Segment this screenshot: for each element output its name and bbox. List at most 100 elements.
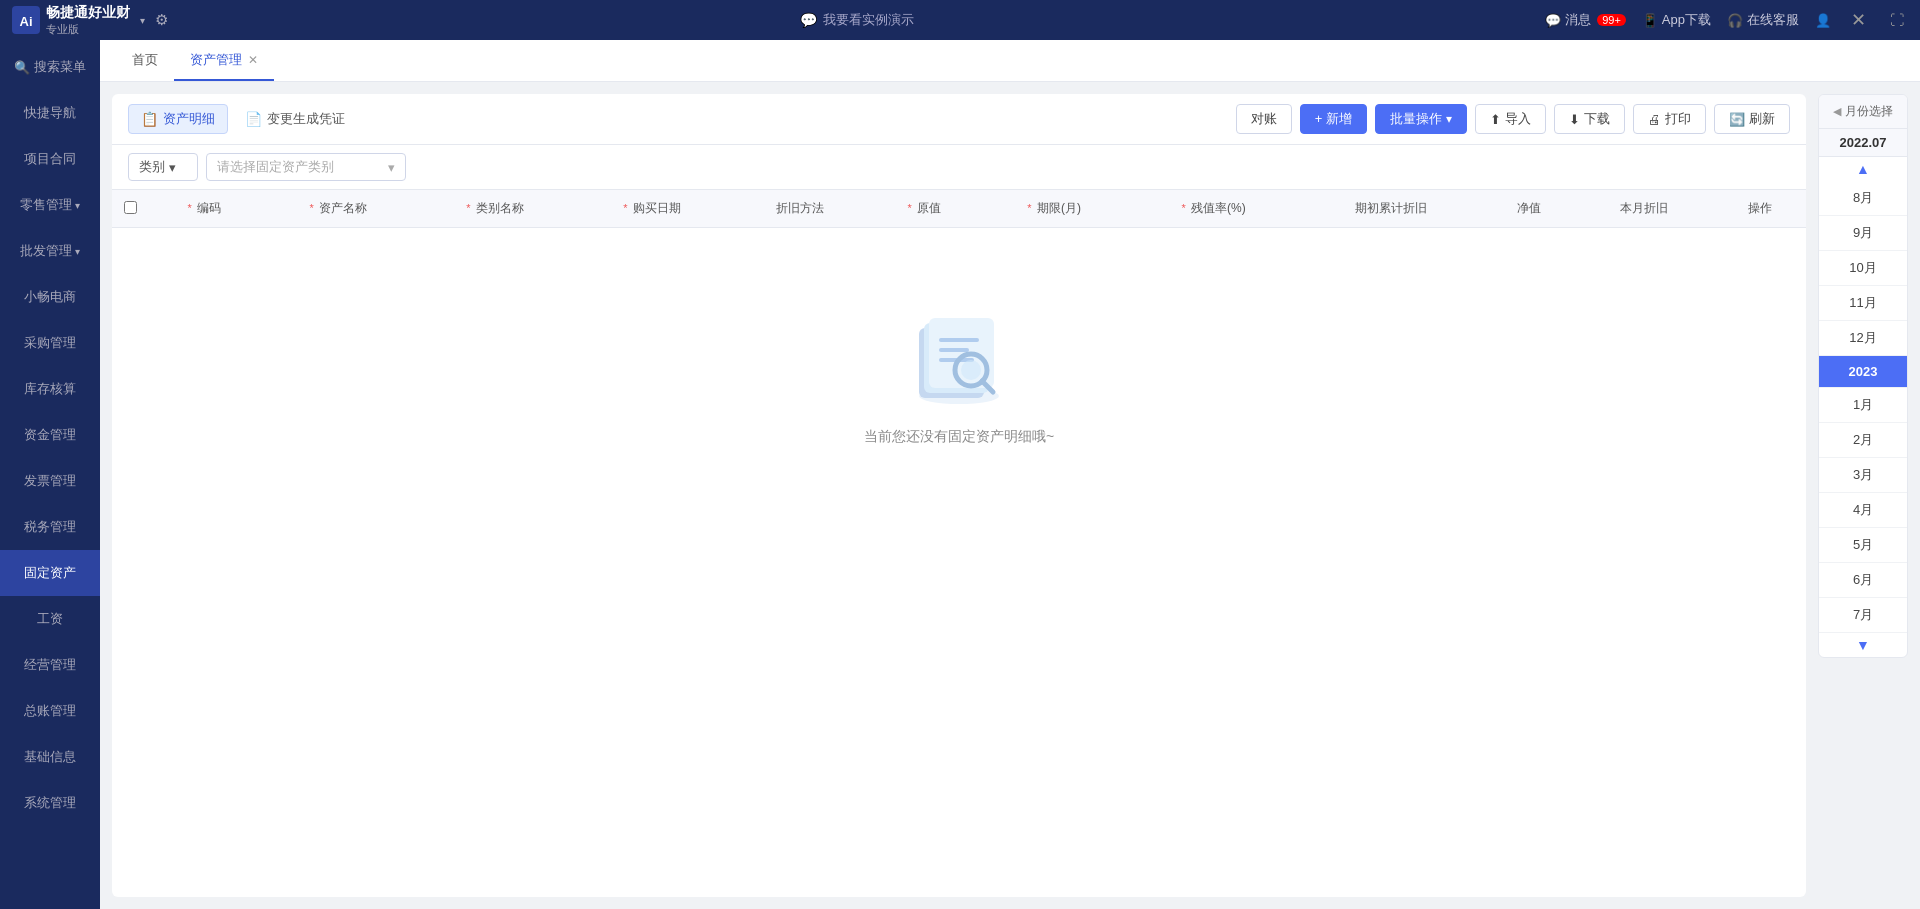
table-container: * 编码 * 资产名称 * 类别名称 [112,190,1806,897]
toolbar: 对账 + 新增 批量操作 ▾ ⬆ 导入 [1236,104,1790,134]
month-item[interactable]: 6月 [1819,563,1907,598]
month-nav-up[interactable]: ▲ [1819,157,1907,181]
select-all-header[interactable] [112,190,149,228]
sidebar-item-salary[interactable]: 工资 [0,596,100,642]
batch-label: 批量操作 [1390,110,1442,128]
settings-icon[interactable]: ⚙ [155,11,168,29]
import-btn[interactable]: ⬆ 导入 [1475,104,1546,134]
sidebar-item-inventory[interactable]: 库存核算 [0,366,100,412]
sidebar-label-search: 搜索菜单 [34,58,86,76]
col-name: * 资产名称 [260,190,417,228]
demo-label[interactable]: 我要看实例演示 [823,11,914,29]
message-badge: 99+ [1597,14,1626,26]
tab-asset-mgmt[interactable]: 资产管理 ✕ [174,41,274,81]
col-residual-rate: * 残值率(%) [1129,190,1299,228]
batch-dropdown-icon: ▾ [1446,112,1452,126]
sidebar-label-inventory: 库存核算 [24,380,76,398]
sidebar-item-finance[interactable]: 资金管理 [0,412,100,458]
download-btn[interactable]: ⬇ 下载 [1554,104,1625,134]
sidebar-item-biz-mgmt[interactable]: 经营管理 [0,642,100,688]
svg-text:Ai: Ai [20,14,33,29]
month-item[interactable]: 9月 [1819,216,1907,251]
empty-state: 当前您还没有固定资产明细哦~ [112,228,1806,526]
refresh-label: 刷新 [1749,110,1775,128]
refresh-icon: 🔄 [1729,112,1745,127]
sidebar-label-ledger: 总账管理 [24,702,76,720]
month-item[interactable]: 1月 [1819,388,1907,423]
category-value-dropdown-icon: ▾ [388,160,395,175]
category-value-select[interactable]: 请选择固定资产类别 ▾ [206,153,406,181]
month-item[interactable]: 2月 [1819,423,1907,458]
window-close-btn[interactable]: ✕ [1847,9,1870,31]
filter-bar: 类别 ▾ 请选择固定资产类别 ▾ [112,145,1806,190]
reconcile-label: 对账 [1251,110,1277,128]
company-dropdown-arrow[interactable]: ▾ [140,15,145,26]
message-btn[interactable]: 💬 消息 99+ [1545,11,1626,29]
app-logo: Ai 畅捷通好业财 专业版 [12,4,130,37]
tab-asset-label: 资产管理 [190,51,242,69]
batch-btn[interactable]: 批量操作 ▾ [1375,104,1467,134]
month-item[interactable]: 3月 [1819,458,1907,493]
sidebar-item-retail[interactable]: 零售管理 ▾ [0,182,100,228]
tab-home-label: 首页 [132,51,158,69]
sidebar-item-fixed-assets[interactable]: 固定资产 [0,550,100,596]
refresh-btn[interactable]: 🔄 刷新 [1714,104,1790,134]
month-nav-down[interactable]: ▼ [1819,633,1907,657]
reconcile-btn[interactable]: 对账 [1236,104,1292,134]
sidebar-item-ecommerce[interactable]: 小畅电商 [0,274,100,320]
sidebar-label-sys: 系统管理 [24,794,76,812]
category-label: 类别 [139,158,165,176]
empty-text: 当前您还没有固定资产明细哦~ [864,428,1054,446]
month-item[interactable]: 5月 [1819,528,1907,563]
sub-tab-change-voucher[interactable]: 📄 变更生成凭证 [232,104,358,134]
month-item[interactable]: 4月 [1819,493,1907,528]
month-panel-header: ◀ 月份选择 [1819,95,1907,129]
col-depreciation-method: 折旧方法 [730,190,868,228]
app-download-btn[interactable]: 📱 App下载 [1642,11,1711,29]
message-label: 消息 [1565,11,1591,29]
sidebar-item-project-contract[interactable]: 项目合同 [0,136,100,182]
sidebar-item-batch[interactable]: 批发管理 ▾ [0,228,100,274]
month-item[interactable]: 7月 [1819,598,1907,633]
add-btn[interactable]: + 新增 [1300,104,1367,134]
sub-tab-asset-detail[interactable]: 📋 资产明细 [128,104,228,134]
change-voucher-icon: 📄 [245,111,262,127]
selected-year[interactable]: 2022.07 [1819,129,1907,157]
sidebar-item-basic-info[interactable]: 基础信息 [0,734,100,780]
sidebar-label-tax: 税务管理 [24,518,76,536]
user-avatar[interactable]: 👤 [1815,13,1831,28]
tab-home[interactable]: 首页 [116,41,174,81]
page-content: 📋 资产明细 📄 变更生成凭证 对账 + 新增 [100,82,1920,909]
sidebar-item-tax[interactable]: 税务管理 [0,504,100,550]
month-item[interactable]: 10月 [1819,251,1907,286]
month-item[interactable]: 11月 [1819,286,1907,321]
top-bar: Ai 畅捷通好业财 专业版 ▾ ⚙ 💬 我要看实例演示 💬 消息 99+ 📱 A… [0,0,1920,40]
col-accumulated-depreciation: 期初累计折旧 [1298,190,1483,228]
sidebar-item-quick-nav[interactable]: 快捷导航 [0,90,100,136]
online-service-btn[interactable]: 🎧 在线客服 [1727,11,1799,29]
collapse-panel-icon[interactable]: ◀ [1833,105,1841,118]
import-label: 导入 [1505,110,1531,128]
window-maximize-btn[interactable]: ⛶ [1886,12,1908,28]
retail-expand-icon: ▾ [75,200,80,211]
col-operation: 操作 [1714,190,1806,228]
tab-asset-close[interactable]: ✕ [248,53,258,67]
select-all-checkbox[interactable] [124,201,137,214]
batch-expand-icon: ▾ [75,246,80,257]
print-btn[interactable]: 🖨 打印 [1633,104,1706,134]
import-icon: ⬆ [1490,112,1501,127]
col-period: * 期限(月) [980,190,1129,228]
sidebar-label-invoice: 发票管理 [24,472,76,490]
sidebar-item-invoice[interactable]: 发票管理 [0,458,100,504]
svg-rect-7 [939,348,969,352]
sidebar-item-general-ledger[interactable]: 总账管理 [0,688,100,734]
sidebar-item-search[interactable]: 🔍 搜索菜单 [0,44,100,90]
col-code: * 编码 [149,190,260,228]
month-item[interactable]: 12月 [1819,321,1907,356]
print-label: 打印 [1665,110,1691,128]
category-type-select[interactable]: 类别 ▾ [128,153,198,181]
month-item[interactable]: 2023 [1819,356,1907,388]
month-item[interactable]: 8月 [1819,181,1907,216]
sidebar-item-sys-mgmt[interactable]: 系统管理 [0,780,100,826]
sidebar-item-purchase[interactable]: 采购管理 [0,320,100,366]
